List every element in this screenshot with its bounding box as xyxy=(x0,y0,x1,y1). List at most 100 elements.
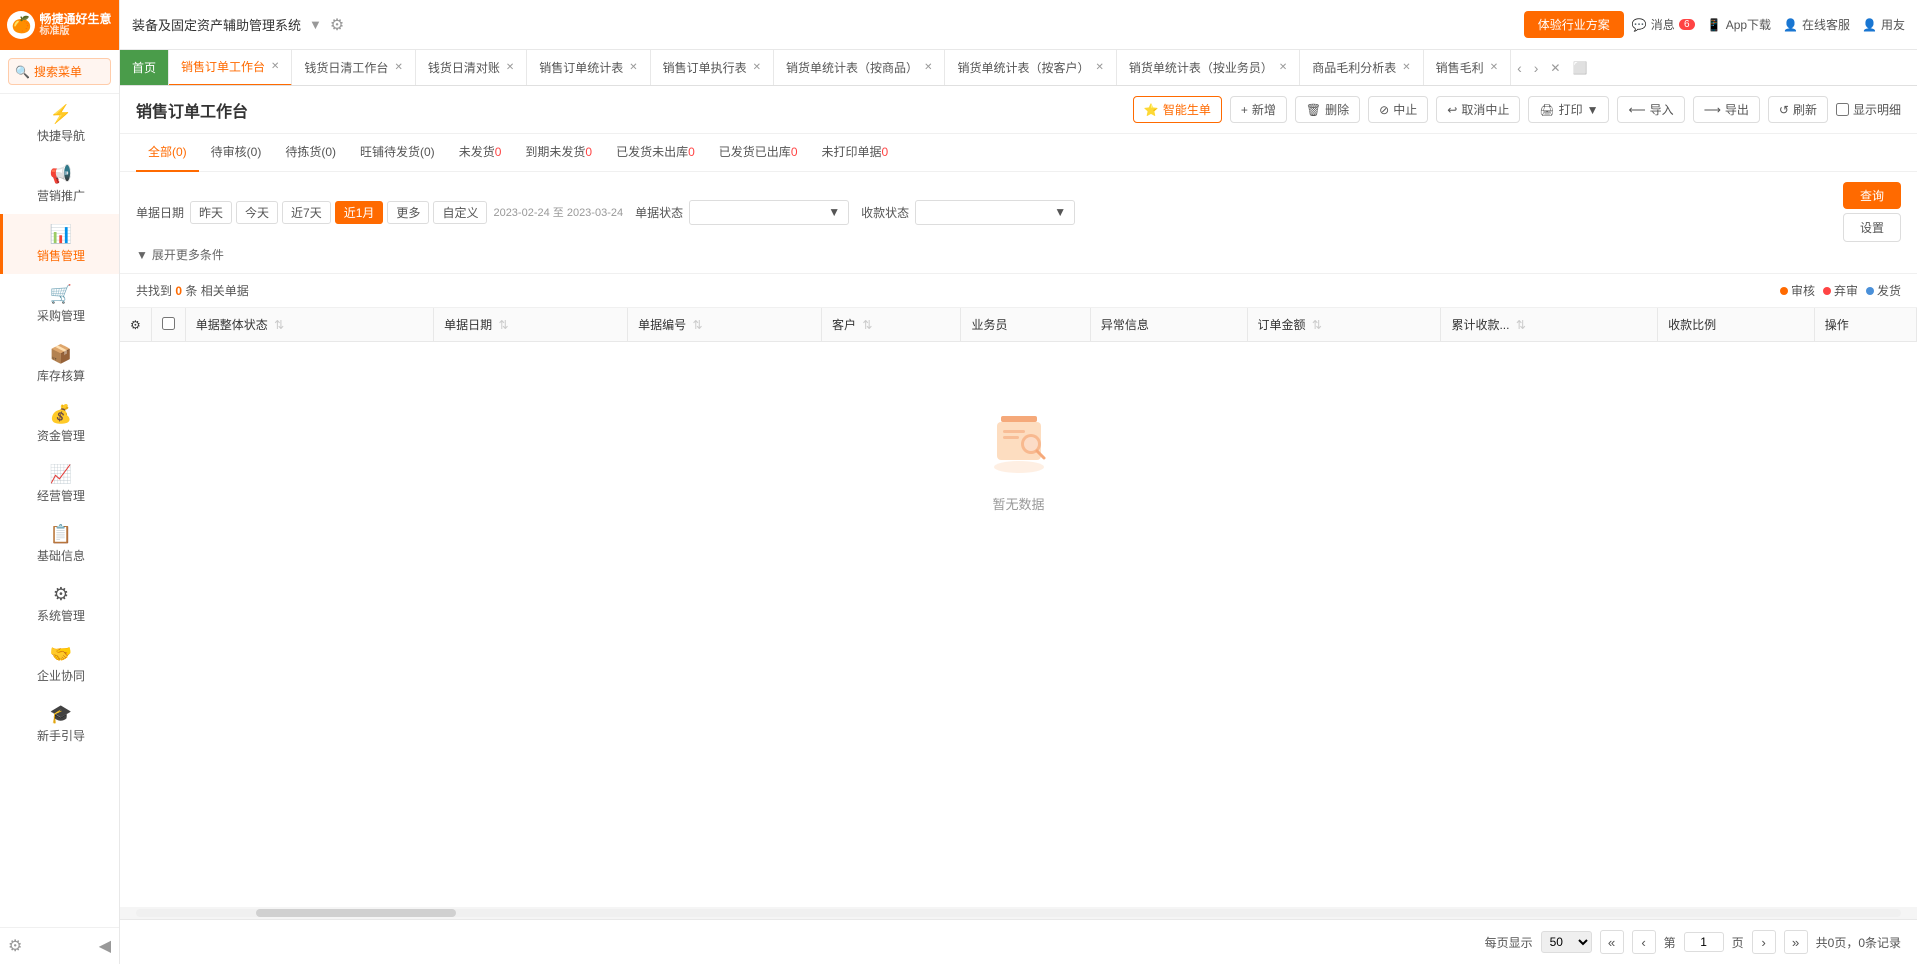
tab-scroll-left[interactable]: ‹ xyxy=(1511,50,1528,86)
delete-btn[interactable]: 🗑 删除 xyxy=(1295,96,1360,123)
tab-close-all[interactable]: ✕ xyxy=(1544,50,1566,86)
collapse-icon[interactable]: ◀ xyxy=(99,936,111,956)
sidebar-item-guide[interactable]: 🎓 新手引导 xyxy=(0,694,119,754)
tab-close-sales-order[interactable]: ✕ xyxy=(271,61,279,72)
sort-icon-date[interactable]: ⇅ xyxy=(499,318,509,332)
sort-icon-amount[interactable]: ⇅ xyxy=(1312,318,1322,332)
ship-action-btn[interactable]: 发货 xyxy=(1866,282,1901,299)
sidebar-item-finance[interactable]: 💰 资金管理 xyxy=(0,394,119,454)
sidebar-item-quick-nav[interactable]: ⚡ 快捷导航 xyxy=(0,94,119,154)
sidebar-item-enterprise[interactable]: 🤝 企业协同 xyxy=(0,634,119,694)
prev-page-btn[interactable]: ‹ xyxy=(1632,930,1656,954)
tab-sales-summary-product[interactable]: 销货单统计表（按商品） ✕ xyxy=(774,50,945,86)
tab-close-gross-margin[interactable]: ✕ xyxy=(1402,62,1410,73)
tab-sales-summary-customer[interactable]: 销货单统计表（按客户） ✕ xyxy=(945,50,1116,86)
refresh-btn[interactable]: ↺ 刷新 xyxy=(1768,96,1828,123)
subtab-wangpu-ship[interactable]: 旺铺待发货(0) xyxy=(348,134,447,172)
tab-close-sales-exec[interactable]: ✕ xyxy=(753,62,761,73)
user-menu-btn[interactable]: 👤 用友 xyxy=(1862,16,1905,33)
tab-home[interactable]: 首页 xyxy=(120,50,169,86)
sidebar-item-purchase[interactable]: 🛒 采购管理 xyxy=(0,274,119,334)
set-btn[interactable]: 设置 xyxy=(1843,213,1901,242)
tab-cash-reconcile[interactable]: 钱货日清对账 ✕ xyxy=(416,50,527,86)
sort-icon-collected[interactable]: ⇅ xyxy=(1516,318,1526,332)
subtab-shipped-out[interactable]: 已发货已出库0 xyxy=(707,134,810,172)
subtab-pending-review[interactable]: 待审核(0) xyxy=(199,134,274,172)
payment-select[interactable]: ▼ xyxy=(915,200,1075,225)
cancel-suspend-btn[interactable]: ↩ 取消中止 xyxy=(1436,96,1520,123)
settings-bottom-icon[interactable]: ⚙ xyxy=(8,936,22,956)
subtab-not-shipped[interactable]: 未发货0 xyxy=(447,134,514,172)
sort-icon-status[interactable]: ⇅ xyxy=(274,318,284,332)
page-number-input[interactable] xyxy=(1684,932,1724,952)
status-select[interactable]: ▼ xyxy=(689,200,849,225)
review-action-btn[interactable]: 审核 xyxy=(1780,282,1815,299)
tab-cash-clear[interactable]: 钱货日清工作台 ✕ xyxy=(292,50,415,86)
tab-close-cash-clear[interactable]: ✕ xyxy=(394,62,402,73)
tab-sales-summary-staff[interactable]: 销货单统计表（按业务员） ✕ xyxy=(1117,50,1300,86)
app-download-btn[interactable]: 📱 App下载 xyxy=(1707,16,1771,33)
tab-close-sales-profit[interactable]: ✕ xyxy=(1490,62,1498,73)
sidebar-item-inventory[interactable]: 📦 库存核算 xyxy=(0,334,119,394)
col-settings[interactable]: ⚙ xyxy=(120,308,151,342)
add-btn[interactable]: + 新增 xyxy=(1230,96,1287,123)
query-btn[interactable]: 查询 xyxy=(1843,182,1901,209)
suspend-btn[interactable]: ⊘ 中止 xyxy=(1368,96,1428,123)
topbar-settings-icon[interactable]: ⚙ xyxy=(330,15,344,35)
date-btn-more[interactable]: 更多 xyxy=(387,201,429,224)
tab-close-summary-staff[interactable]: ✕ xyxy=(1279,62,1287,73)
subtab-overdue-ship[interactable]: 到期未发货0 xyxy=(513,134,604,172)
date-btn-yesterday[interactable]: 昨天 xyxy=(190,201,232,224)
tab-close-cash-reconcile[interactable]: ✕ xyxy=(506,62,514,73)
subtab-shipped-not-out[interactable]: 已发货未出库0 xyxy=(604,134,707,172)
sidebar-item-marketing[interactable]: 📢 营销推广 xyxy=(0,154,119,214)
next-page-btn[interactable]: › xyxy=(1752,930,1776,954)
tab-maximize[interactable]: ⬜ xyxy=(1566,50,1593,86)
expand-more-btn[interactable]: ▼ 展开更多条件 xyxy=(136,246,1901,263)
sidebar: 🍊 畅捷通好生意 标准版 🔍 搜索菜单 ⚡ 快捷导航 📢 营销推广 📊 销售管理… xyxy=(0,0,120,964)
cancel-action-btn[interactable]: 弃审 xyxy=(1823,282,1858,299)
print-btn[interactable]: 🖨 打印 ▼ xyxy=(1528,96,1609,123)
tab-sales-stat[interactable]: 销售订单统计表 ✕ xyxy=(527,50,650,86)
tab-sales-profit[interactable]: 销售毛利 ✕ xyxy=(1424,50,1511,86)
show-detail-label[interactable]: 显示明细 xyxy=(1836,101,1901,118)
col-checkbox[interactable] xyxy=(151,308,185,342)
industry-btn[interactable]: 体验行业方案 xyxy=(1524,11,1624,38)
tab-sales-order[interactable]: 销售订单工作台 ✕ xyxy=(169,50,292,86)
sort-icon-customer[interactable]: ⇅ xyxy=(862,318,872,332)
scrollbar-thumb[interactable] xyxy=(256,909,456,917)
message-btn[interactable]: 💬 消息 6 xyxy=(1632,16,1695,33)
topbar-dropdown-icon[interactable]: ▼ xyxy=(309,17,322,32)
export-btn[interactable]: ⟶ 导出 xyxy=(1693,96,1760,123)
date-btn-today[interactable]: 今天 xyxy=(236,201,278,224)
page-size-select[interactable]: 50 10 20 100 xyxy=(1541,931,1592,953)
tab-close-summary-customer[interactable]: ✕ xyxy=(1095,62,1103,73)
date-range-display: 2023-02-24 至 2023-03-24 xyxy=(493,204,623,220)
date-btn-1month[interactable]: 近1月 xyxy=(335,201,384,224)
tab-close-summary-product[interactable]: ✕ xyxy=(924,62,932,73)
sidebar-item-base-info[interactable]: 📋 基础信息 xyxy=(0,514,119,574)
sort-icon-number[interactable]: ⇅ xyxy=(692,318,702,332)
subtab-pending-inspect[interactable]: 待拣货(0) xyxy=(273,134,348,172)
online-service-btn[interactable]: 👤 在线客服 xyxy=(1783,16,1850,33)
subtab-not-printed[interactable]: 未打印单据0 xyxy=(810,134,901,172)
show-detail-checkbox[interactable] xyxy=(1836,103,1849,116)
tab-scroll-right[interactable]: › xyxy=(1528,50,1545,86)
tab-sales-exec[interactable]: 销售订单执行表 ✕ xyxy=(651,50,774,86)
sidebar-item-operation[interactable]: 📈 经营管理 xyxy=(0,454,119,514)
empty-icon xyxy=(979,402,1059,482)
last-page-btn[interactable]: » xyxy=(1784,930,1808,954)
first-page-btn[interactable]: « xyxy=(1600,930,1624,954)
date-btn-7days[interactable]: 近7天 xyxy=(282,201,331,224)
subtab-all[interactable]: 全部(0) xyxy=(136,134,199,172)
select-all-checkbox[interactable] xyxy=(162,317,175,330)
date-btn-custom[interactable]: 自定义 xyxy=(433,201,487,224)
sidebar-item-system[interactable]: ⚙ 系统管理 xyxy=(0,574,119,634)
search-menu-button[interactable]: 🔍 搜索菜单 xyxy=(8,58,111,85)
scrollbar-area[interactable] xyxy=(120,907,1917,919)
sidebar-item-sales[interactable]: 📊 销售管理 xyxy=(0,214,119,274)
smart-create-btn[interactable]: ⭐ 智能生单 xyxy=(1133,96,1222,123)
import-btn[interactable]: ⟵ 导入 xyxy=(1617,96,1684,123)
tab-gross-margin[interactable]: 商品毛利分析表 ✕ xyxy=(1300,50,1423,86)
tab-close-sales-stat[interactable]: ✕ xyxy=(629,62,637,73)
